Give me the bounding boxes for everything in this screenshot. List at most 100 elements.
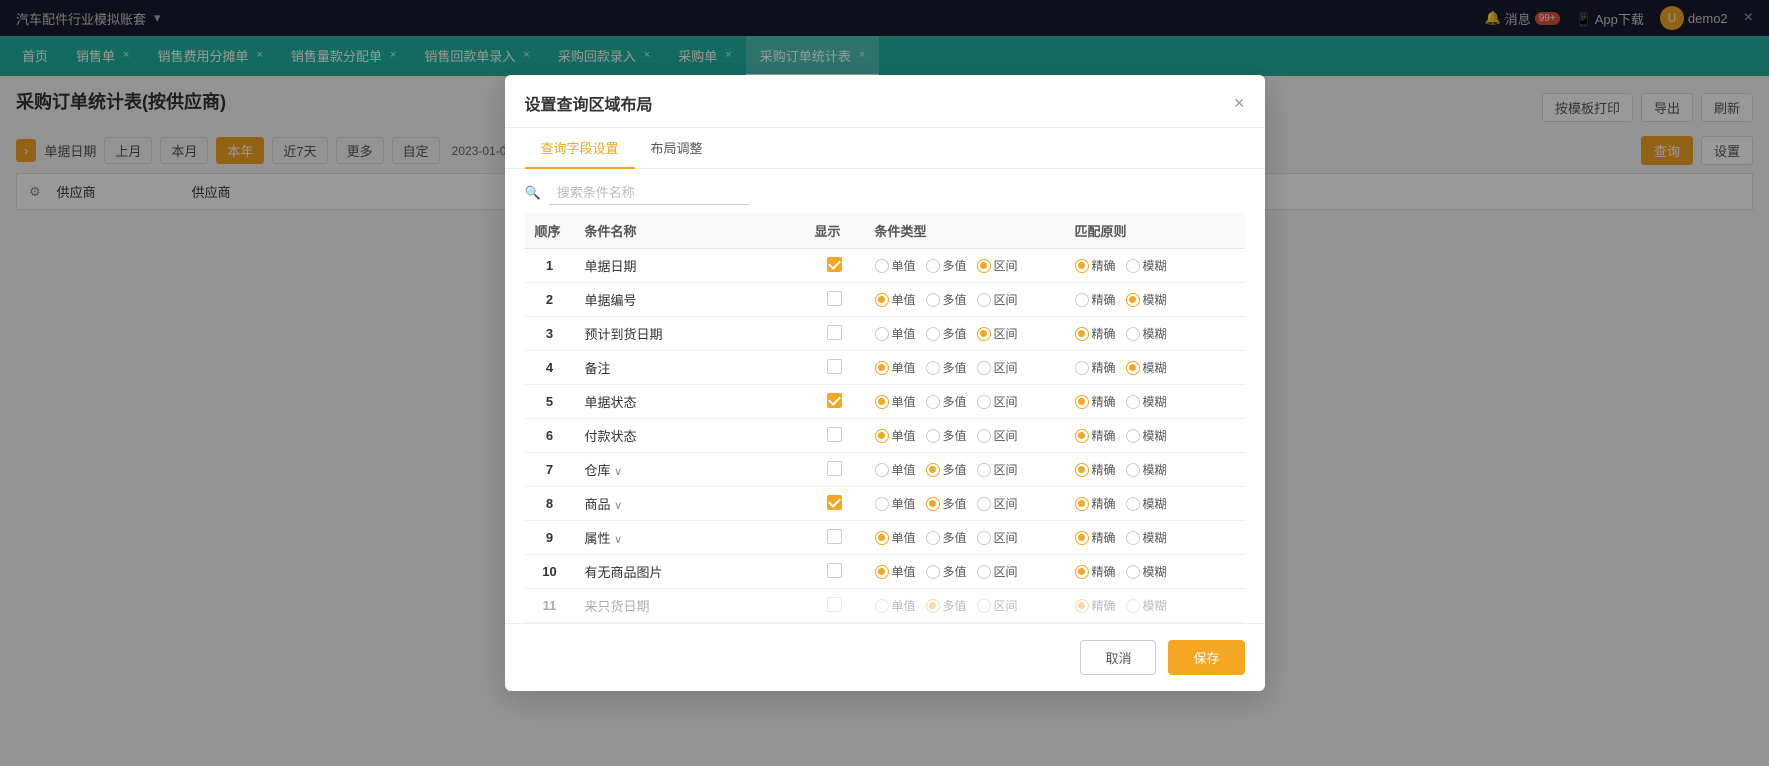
radio-multi[interactable]: 多值 xyxy=(926,461,967,478)
radio-range-input[interactable] xyxy=(977,259,991,273)
tab-layout-adjust[interactable]: 布局调整 xyxy=(635,128,719,169)
radio-multi-input[interactable] xyxy=(926,293,940,307)
row-display[interactable] xyxy=(805,487,865,521)
radio-exact[interactable]: 精确 xyxy=(1075,291,1116,308)
radio-fuzzy-input[interactable] xyxy=(1126,497,1140,511)
radio-single-input[interactable] xyxy=(875,361,889,375)
cancel-button[interactable]: 取消 xyxy=(1080,640,1156,675)
radio-single[interactable]: 单值 xyxy=(875,359,916,376)
radio-single[interactable]: 单值 xyxy=(875,461,916,478)
radio-exact[interactable]: 精确 xyxy=(1075,257,1116,274)
radio-multi[interactable]: 多值 xyxy=(926,529,967,546)
row-display[interactable] xyxy=(805,555,865,589)
radio-multi[interactable]: 多值 xyxy=(926,291,967,308)
radio-range[interactable]: 区间 xyxy=(977,495,1018,512)
radio-range[interactable]: 区间 xyxy=(977,393,1018,410)
display-checkbox[interactable] xyxy=(827,597,842,612)
row-display[interactable] xyxy=(805,283,865,317)
radio-fuzzy[interactable]: 模糊 xyxy=(1126,291,1167,308)
radio-exact[interactable]: 精确 xyxy=(1075,461,1116,478)
radio-multi-input[interactable] xyxy=(926,497,940,511)
radio-fuzzy[interactable]: 模糊 xyxy=(1126,257,1167,274)
radio-single-input[interactable] xyxy=(875,531,889,545)
display-checkbox[interactable] xyxy=(827,461,842,476)
radio-single-input[interactable] xyxy=(875,259,889,273)
radio-exact[interactable]: 精确 xyxy=(1075,427,1116,444)
radio-range[interactable]: 区间 xyxy=(977,529,1018,546)
display-checkbox[interactable] xyxy=(827,563,842,578)
radio-fuzzy-input[interactable] xyxy=(1126,361,1140,375)
radio-exact-input[interactable] xyxy=(1075,361,1089,375)
tab-query-fields[interactable]: 查询字段设置 xyxy=(525,128,635,169)
radio-multi-input[interactable] xyxy=(926,565,940,579)
radio-exact[interactable]: 精确 xyxy=(1075,393,1116,410)
row-display[interactable] xyxy=(805,249,865,283)
radio-range[interactable]: 区间 xyxy=(977,563,1018,580)
radio-single-input[interactable] xyxy=(875,293,889,307)
radio-fuzzy[interactable]: 模糊 xyxy=(1126,529,1167,546)
radio-exact-input[interactable] xyxy=(1075,599,1089,613)
radio-exact[interactable]: 精确 xyxy=(1075,495,1116,512)
radio-single[interactable]: 单值 xyxy=(875,325,916,342)
search-input[interactable] xyxy=(549,181,749,205)
radio-single[interactable]: 单值 xyxy=(875,393,916,410)
save-button[interactable]: 保存 xyxy=(1168,640,1244,675)
radio-multi[interactable]: 多值 xyxy=(926,597,967,614)
radio-fuzzy-input[interactable] xyxy=(1126,599,1140,613)
radio-range[interactable]: 区间 xyxy=(977,257,1018,274)
radio-single-input[interactable] xyxy=(875,497,889,511)
radio-range-input[interactable] xyxy=(977,293,991,307)
dialog-close-button[interactable]: × xyxy=(1234,93,1245,114)
radio-single[interactable]: 单值 xyxy=(875,291,916,308)
radio-single-input[interactable] xyxy=(875,327,889,341)
radio-range-input[interactable] xyxy=(977,565,991,579)
radio-single-input[interactable] xyxy=(875,429,889,443)
radio-fuzzy-input[interactable] xyxy=(1126,259,1140,273)
radio-fuzzy[interactable]: 模糊 xyxy=(1126,495,1167,512)
radio-range-input[interactable] xyxy=(977,361,991,375)
radio-exact-input[interactable] xyxy=(1075,497,1089,511)
radio-range[interactable]: 区间 xyxy=(977,325,1018,342)
radio-exact[interactable]: 精确 xyxy=(1075,529,1116,546)
radio-fuzzy-input[interactable] xyxy=(1126,429,1140,443)
radio-fuzzy[interactable]: 模糊 xyxy=(1126,393,1167,410)
radio-fuzzy-input[interactable] xyxy=(1126,395,1140,409)
row-display[interactable] xyxy=(805,385,865,419)
radio-range[interactable]: 区间 xyxy=(977,597,1018,614)
radio-fuzzy-input[interactable] xyxy=(1126,565,1140,579)
radio-fuzzy[interactable]: 模糊 xyxy=(1126,563,1167,580)
radio-fuzzy-input[interactable] xyxy=(1126,327,1140,341)
radio-single-input[interactable] xyxy=(875,565,889,579)
row-display[interactable] xyxy=(805,419,865,453)
radio-range-input[interactable] xyxy=(977,463,991,477)
radio-multi[interactable]: 多值 xyxy=(926,427,967,444)
radio-multi-input[interactable] xyxy=(926,259,940,273)
display-checkbox[interactable] xyxy=(827,359,842,374)
radio-multi-input[interactable] xyxy=(926,361,940,375)
radio-single[interactable]: 单值 xyxy=(875,495,916,512)
radio-exact-input[interactable] xyxy=(1075,293,1089,307)
display-checkbox[interactable] xyxy=(827,393,842,408)
radio-exact-input[interactable] xyxy=(1075,429,1089,443)
radio-fuzzy[interactable]: 模糊 xyxy=(1126,359,1167,376)
radio-multi-input[interactable] xyxy=(926,463,940,477)
radio-single[interactable]: 单值 xyxy=(875,529,916,546)
radio-exact-input[interactable] xyxy=(1075,259,1089,273)
radio-single-input[interactable] xyxy=(875,463,889,477)
radio-exact-input[interactable] xyxy=(1075,463,1089,477)
row-display[interactable] xyxy=(805,453,865,487)
radio-exact-input[interactable] xyxy=(1075,327,1089,341)
row-display[interactable] xyxy=(805,521,865,555)
radio-fuzzy-input[interactable] xyxy=(1126,293,1140,307)
radio-multi-input[interactable] xyxy=(926,395,940,409)
display-checkbox[interactable] xyxy=(827,325,842,340)
radio-single-input[interactable] xyxy=(875,395,889,409)
radio-multi[interactable]: 多值 xyxy=(926,325,967,342)
radio-multi[interactable]: 多值 xyxy=(926,257,967,274)
radio-exact-input[interactable] xyxy=(1075,395,1089,409)
radio-exact[interactable]: 精确 xyxy=(1075,563,1116,580)
display-checkbox[interactable] xyxy=(827,257,842,272)
radio-single[interactable]: 单值 xyxy=(875,257,916,274)
radio-multi[interactable]: 多值 xyxy=(926,495,967,512)
display-checkbox[interactable] xyxy=(827,495,842,510)
